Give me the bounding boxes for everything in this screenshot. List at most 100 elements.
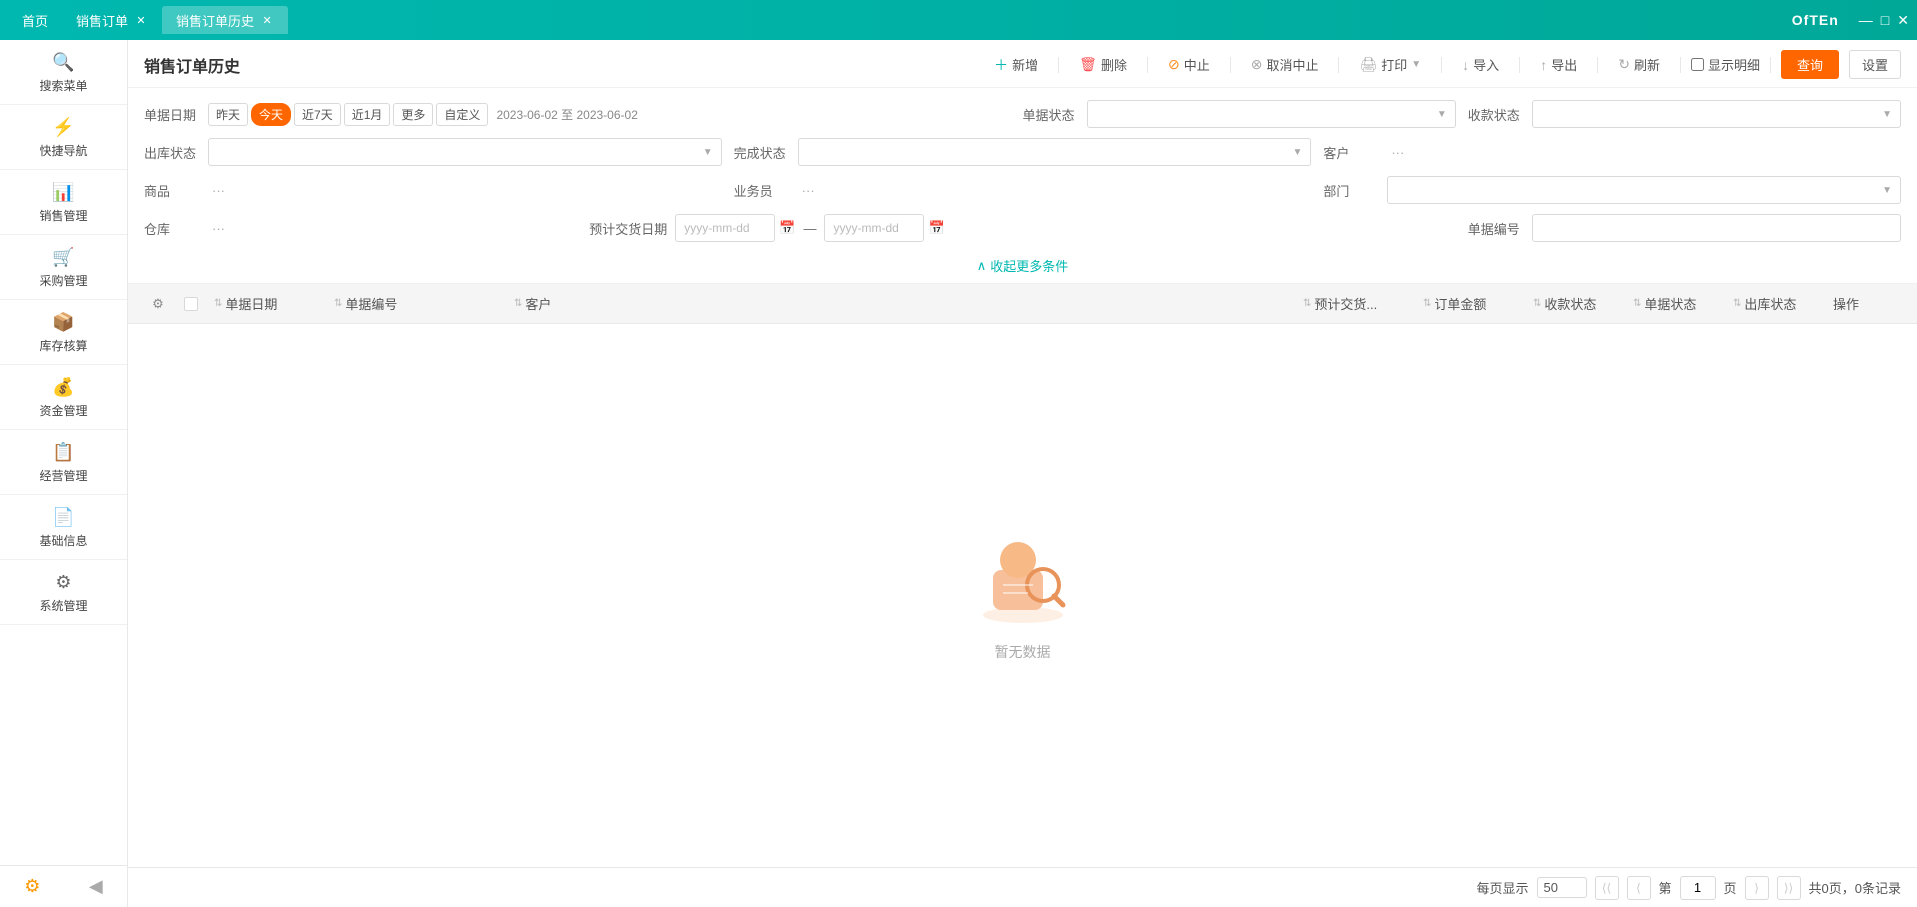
sidebar-item-stock-calc[interactable]: 📦 库存核算 (0, 300, 127, 365)
stop-icon: ⊘ (1168, 56, 1180, 73)
col-header-bill-status: ⇅ 单据状态 (1625, 294, 1725, 313)
tab-home-label: 首页 (22, 11, 48, 30)
ops-mgmt-icon: 📋 (52, 442, 74, 463)
col-customer-label: 客户 (525, 294, 551, 313)
export-button[interactable]: ↑ 导出 (1530, 51, 1587, 78)
sidebar-item-sys-mgmt[interactable]: ⚙ 系统管理 (0, 560, 127, 625)
goods-dotted-btn[interactable]: ··· (208, 183, 229, 198)
date-more-btn[interactable]: 更多 (393, 103, 433, 126)
bill-number-input[interactable] (1532, 214, 1901, 242)
refresh-icon: ↻ (1618, 56, 1630, 73)
out-status-select[interactable]: ▼ (208, 138, 722, 166)
sales-mgmt-icon: 📊 (52, 182, 74, 203)
main-layout: 🔍 搜索菜单 ⚡ 快捷导航 📊 销售管理 🛒 采购管理 📦 库存核算 💰 资金管… (0, 40, 1917, 907)
fund-mgmt-icon: 💰 (52, 377, 74, 398)
customer-dotted-btn[interactable]: ··· (1387, 145, 1408, 160)
salesperson-dotted-btn[interactable]: ··· (798, 183, 819, 198)
delete-button[interactable]: 🗑 删除 (1069, 51, 1137, 78)
date-custom-btn[interactable]: 自定义 (436, 103, 488, 126)
delete-icon: 🗑 (1079, 56, 1097, 73)
sidebar-item-sales-mgmt[interactable]: 📊 销售管理 (0, 170, 127, 235)
date-today-btn[interactable]: 今天 (251, 103, 291, 126)
sidebar-item-fund-mgmt[interactable]: 💰 资金管理 (0, 365, 127, 430)
filter-area: 单据日期 昨天 今天 近7天 近1月 更多 自定义 2023-06-02 至 2… (128, 88, 1917, 284)
bill-status-arrow-icon: ▼ (1437, 109, 1447, 120)
sidebar-item-search-menu[interactable]: 🔍 搜索菜单 (0, 40, 127, 105)
sidebar-collapse-icon[interactable]: ◀ (89, 876, 103, 897)
sidebar-item-ops-mgmt[interactable]: 📋 经营管理 (0, 430, 127, 495)
prev-page-btn[interactable]: ⟨ (1627, 876, 1651, 900)
cancel-stop-button[interactable]: ⊗ 取消中止 (1241, 51, 1329, 78)
divider-1 (1058, 57, 1059, 73)
sidebar-item-basic-info[interactable]: 📄 基础信息 (0, 495, 127, 560)
tab-sales-order-close[interactable]: ✕ (134, 13, 148, 27)
sort-amount-icon[interactable]: ⇅ (1423, 298, 1431, 309)
display-detail-checkbox[interactable] (1691, 58, 1704, 71)
stop-button[interactable]: ⊘ 中止 (1158, 51, 1220, 78)
date-yesterday-btn[interactable]: 昨天 (208, 103, 248, 126)
first-page-btn[interactable]: ⟨⟨ (1595, 876, 1619, 900)
content-area: 销售订单历史 ＋ 新增 🗑 删除 ⊘ 中止 ⊗ (128, 40, 1917, 907)
tab-sales-order-history-close[interactable]: ✕ (260, 13, 274, 27)
refresh-button[interactable]: ↻ 刷新 (1608, 51, 1670, 78)
delivery-date-start[interactable]: yyyy-mm-dd (675, 214, 775, 242)
filter-warehouse: 仓库 ··· (144, 219, 577, 238)
sort-customer-icon[interactable]: ⇅ (514, 298, 522, 309)
next-page-btn[interactable]: ⟩ (1745, 876, 1769, 900)
purchase-mgmt-icon: 🛒 (52, 247, 74, 268)
bill-status-select[interactable]: ▼ (1087, 100, 1456, 128)
sort-date-icon[interactable]: ⇅ (214, 298, 222, 309)
page-label: 第 (1659, 878, 1672, 897)
filter-out-status: 出库状态 ▼ (144, 138, 722, 166)
top-bar: 首页 销售订单 ✕ 销售订单历史 ✕ OfTEn — □ ✕ (0, 0, 1917, 40)
delivery-date-end[interactable]: yyyy-mm-dd (824, 214, 924, 242)
top-bar-right: OfTEn — □ ✕ (1792, 12, 1909, 29)
sidebar-item-fund-mgmt-label: 资金管理 (39, 402, 87, 419)
display-detail-label[interactable]: 显示明细 (1691, 55, 1760, 74)
setting-button[interactable]: 设置 (1849, 50, 1901, 79)
warehouse-dotted-btn[interactable]: ··· (208, 221, 229, 236)
sort-delivery-icon[interactable]: ⇅ (1303, 298, 1311, 309)
out-status-arrow-icon: ▼ (703, 147, 713, 158)
sort-number-icon[interactable]: ⇅ (334, 298, 342, 309)
tab-sales-order[interactable]: 销售订单 ✕ (62, 6, 162, 34)
complete-status-select[interactable]: ▼ (798, 138, 1312, 166)
sort-out-status-icon[interactable]: ⇅ (1733, 298, 1741, 309)
tab-sales-order-history-label: 销售订单历史 (176, 11, 254, 30)
print-label: 打印 (1381, 55, 1407, 74)
sidebar-settings-icon[interactable]: ⚙ (24, 876, 40, 897)
sort-bill-status-icon[interactable]: ⇅ (1633, 298, 1641, 309)
tab-home[interactable]: 首页 (8, 6, 62, 34)
divider-2 (1147, 57, 1148, 73)
new-icon: ＋ (994, 55, 1008, 75)
tab-sales-order-history[interactable]: 销售订单历史 ✕ (162, 6, 288, 34)
dept-select[interactable]: ▼ (1387, 176, 1901, 204)
column-settings-btn[interactable]: ⚙ (140, 296, 176, 312)
print-button[interactable]: 🖨 打印 ▼ (1349, 51, 1431, 78)
payment-status-select[interactable]: ▼ (1532, 100, 1901, 128)
per-page-select[interactable]: 50 100 200 (1537, 877, 1587, 898)
window-minimize-btn[interactable]: — (1859, 12, 1873, 28)
collapse-row[interactable]: ∧ 收起更多条件 (144, 252, 1901, 279)
last-page-btn[interactable]: ⟩⟩ (1777, 876, 1801, 900)
date-1month-btn[interactable]: 近1月 (344, 103, 391, 126)
print-arrow-icon: ▼ (1411, 59, 1421, 70)
quick-nav-icon: ⚡ (52, 117, 74, 138)
search-button[interactable]: 查询 (1781, 50, 1839, 79)
divider-5 (1441, 57, 1442, 73)
import-button[interactable]: ↓ 导入 (1452, 51, 1509, 78)
window-close-btn[interactable]: ✕ (1897, 12, 1909, 29)
table-footer: 每页显示 50 100 200 ⟨⟨ ⟨ 第 页 ⟩ ⟩⟩ 共0页，0条记录 (128, 867, 1917, 907)
page-num-input[interactable] (1680, 876, 1716, 900)
window-maximize-btn[interactable]: □ (1881, 12, 1889, 28)
delivery-date-start-cal-icon[interactable]: 📅 (779, 220, 795, 236)
sidebar-item-sys-mgmt-label: 系统管理 (39, 597, 87, 614)
new-button[interactable]: ＋ 新增 (984, 51, 1048, 79)
select-all-checkbox[interactable] (176, 297, 206, 311)
sort-pay-status-icon[interactable]: ⇅ (1533, 298, 1541, 309)
delivery-date-end-cal-icon[interactable]: 📅 (928, 220, 944, 236)
sidebar-item-purchase-mgmt[interactable]: 🛒 采购管理 (0, 235, 127, 300)
date-7days-btn[interactable]: 近7天 (294, 103, 341, 126)
bill-number-label: 单据编号 (1468, 219, 1524, 238)
sidebar-item-quick-nav[interactable]: ⚡ 快捷导航 (0, 105, 127, 170)
